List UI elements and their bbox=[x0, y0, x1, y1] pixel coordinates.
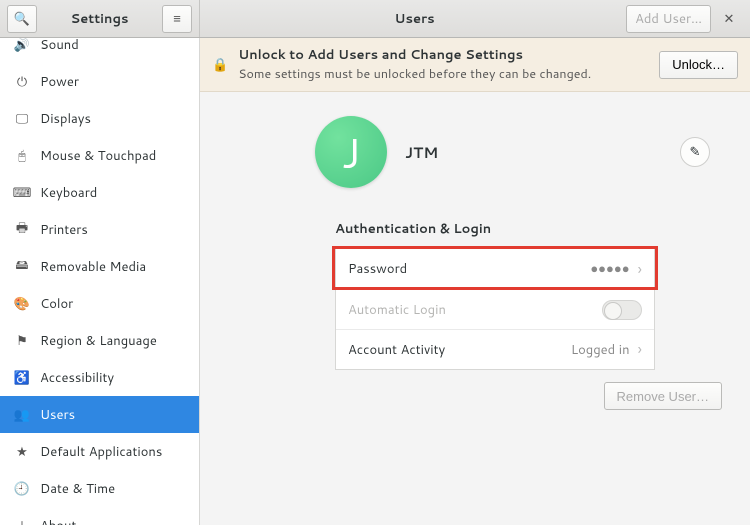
add-user-button[interactable]: Add User… bbox=[626, 5, 711, 33]
display-icon: 🖵 bbox=[12, 110, 32, 128]
star-icon: ★ bbox=[12, 443, 32, 461]
auth-listbox: Password ●●●●● › Automatic Login Account… bbox=[335, 248, 655, 370]
avatar: J bbox=[315, 116, 387, 188]
mouse-icon: 🖰 bbox=[12, 147, 32, 165]
a11y-icon: ♿ bbox=[12, 369, 32, 387]
clock-icon: 🕘 bbox=[12, 480, 32, 498]
keyboard-icon: ⌨ bbox=[12, 184, 32, 202]
drive-icon: 🖴 bbox=[12, 256, 32, 278]
menu-icon: ≡ bbox=[173, 10, 181, 28]
search-icon: 🔍 bbox=[14, 10, 30, 28]
chevron-right-icon: › bbox=[638, 258, 642, 281]
sidebar-item-label: Mouse & Touchpad bbox=[40, 147, 156, 165]
unlock-button[interactable]: Unlock… bbox=[659, 51, 738, 79]
color-icon: 🎨 bbox=[12, 295, 32, 313]
infobar-subtitle: Some settings must be unlocked before th… bbox=[238, 65, 591, 83]
close-icon: ✕ bbox=[724, 10, 735, 28]
sidebar-item-label: Default Applications bbox=[40, 443, 162, 461]
sidebar-item-label: Displays bbox=[40, 110, 91, 128]
main-panel: 🔒 Unlock to Add Users and Change Setting… bbox=[200, 38, 750, 525]
sidebar-item-label: About bbox=[40, 517, 76, 525]
sidebar-item-label: Accessibility bbox=[40, 369, 114, 387]
sidebar-item-label: Date & Time bbox=[40, 480, 115, 498]
users-icon: 👥 bbox=[12, 406, 32, 424]
password-row-value: ●●●●● bbox=[590, 260, 629, 278]
sidebar-item-sound[interactable]: 🔊 Sound bbox=[0, 38, 199, 63]
sidebar-item-keyboard[interactable]: ⌨ Keyboard bbox=[0, 174, 199, 211]
automatic-login-switch bbox=[602, 300, 642, 320]
sidebar-item-color[interactable]: 🎨 Color bbox=[0, 285, 199, 322]
sidebar-item-label: Color bbox=[40, 295, 73, 313]
auth-section-heading: Authentication & Login bbox=[335, 220, 730, 238]
edit-user-button[interactable]: ✎ bbox=[680, 137, 710, 167]
plus-icon: ＋ bbox=[12, 516, 32, 525]
sidebar-item-label: Users bbox=[40, 406, 75, 424]
panel-title: Users bbox=[205, 10, 624, 28]
sidebar-item-printers[interactable]: 🖶 Printers bbox=[0, 211, 199, 248]
automatic-login-row: Automatic Login bbox=[336, 289, 654, 329]
account-activity-row-value: Logged in bbox=[571, 341, 630, 359]
sidebar-item-mouse-touchpad[interactable]: 🖰 Mouse & Touchpad bbox=[0, 137, 199, 174]
sound-icon: 🔊 bbox=[12, 38, 32, 54]
sidebar-item-label: Printers bbox=[40, 221, 88, 239]
power-icon: ⏻ bbox=[12, 73, 32, 91]
sidebar-item-users[interactable]: 👥 Users bbox=[0, 396, 199, 433]
pencil-icon: ✎ bbox=[690, 143, 701, 161]
sidebar-item-displays[interactable]: 🖵 Displays bbox=[0, 100, 199, 137]
automatic-login-row-label: Automatic Login bbox=[348, 301, 602, 319]
remove-user-button[interactable]: Remove User… bbox=[604, 382, 722, 410]
header-bar: 🔍 Settings ≡ Users Add User… ✕ bbox=[0, 0, 750, 38]
sidebar-item-power[interactable]: ⏻ Power bbox=[0, 63, 199, 100]
account-activity-row-label: Account Activity bbox=[348, 341, 571, 359]
sidebar-item-date-time[interactable]: 🕘 Date & Time bbox=[0, 470, 199, 507]
sidebar-item-label: Sound bbox=[40, 38, 79, 54]
sidebar-item-label: Removable Media bbox=[40, 258, 146, 276]
lock-icon: 🔒 bbox=[212, 56, 228, 74]
sidebar-item-default-applications[interactable]: ★ Default Applications bbox=[0, 433, 199, 470]
password-row[interactable]: Password ●●●●● › bbox=[336, 249, 654, 289]
search-button[interactable]: 🔍 bbox=[7, 5, 37, 33]
account-activity-row[interactable]: Account Activity Logged in › bbox=[336, 329, 654, 369]
user-display-name: JTM bbox=[405, 142, 438, 163]
sidebar-item-about[interactable]: ＋ About bbox=[0, 507, 199, 525]
password-row-label: Password bbox=[348, 260, 590, 278]
flag-icon: ⚑ bbox=[12, 332, 32, 350]
printer-icon: 🖶 bbox=[12, 219, 32, 241]
sidebar-item-accessibility[interactable]: ♿ Accessibility bbox=[0, 359, 199, 396]
sidebar-item-region-language[interactable]: ⚑ Region & Language bbox=[0, 322, 199, 359]
sidebar-item-label: Region & Language bbox=[40, 332, 157, 350]
sidebar: 🔊 Sound ⏻ Power 🖵 Displays 🖰 Mouse & Touchpad ⌨ K… bbox=[0, 38, 200, 525]
sidebar-item-label: Power bbox=[40, 73, 79, 91]
close-button[interactable]: ✕ bbox=[715, 5, 743, 33]
infobar-title: Unlock to Add Users and Change Settings bbox=[238, 46, 591, 64]
sidebar-item-removable-media[interactable]: 🖴 Removable Media bbox=[0, 248, 199, 285]
chevron-right-icon: › bbox=[638, 338, 642, 361]
settings-title: Settings bbox=[39, 10, 160, 28]
sidebar-item-label: Keyboard bbox=[40, 184, 97, 202]
unlock-infobar: 🔒 Unlock to Add Users and Change Setting… bbox=[200, 38, 750, 92]
menu-button[interactable]: ≡ bbox=[162, 5, 192, 33]
